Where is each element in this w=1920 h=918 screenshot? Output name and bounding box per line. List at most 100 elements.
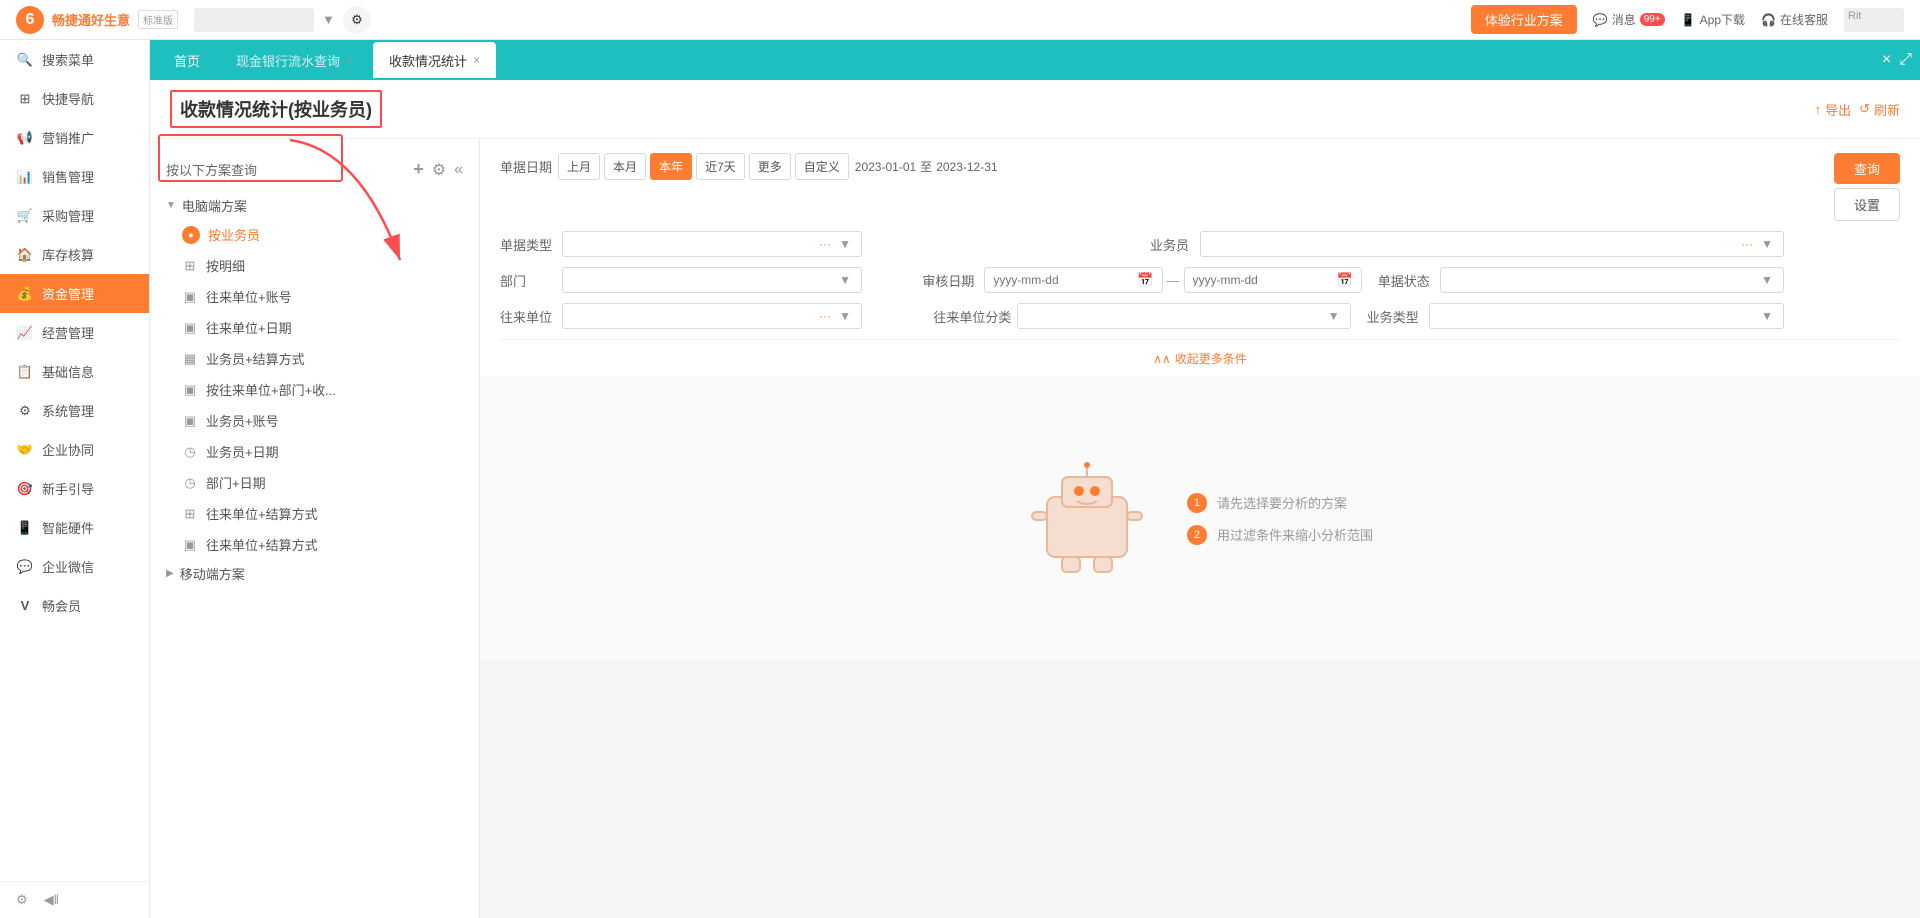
sidebar-item-marketing[interactable]: 📢 营销推广 — [0, 118, 149, 157]
scheme-settings-button[interactable]: ⚙ — [432, 160, 446, 180]
add-scheme-button[interactable]: + — [413, 159, 424, 180]
dept-select[interactable]: ▼ — [562, 267, 862, 293]
filter-item-staff-account[interactable]: ▣ 业务员+账号 — [150, 405, 479, 436]
main-panel: 单据日期 上月 本月 本年 近7天 更多 自定义 2023-01-01 — [480, 139, 1920, 918]
group-expand-arrow: ▼ — [166, 200, 176, 211]
filter-group-desktop-header[interactable]: ▼ 电脑端方案 — [150, 192, 479, 219]
tab-home[interactable]: 首页 — [158, 42, 216, 78]
dept-arrow: ▼ — [839, 273, 851, 287]
doc-type-more[interactable]: ··· — [819, 237, 831, 251]
filter-item-label-7: 业务员+日期 — [206, 442, 279, 461]
last-month-btn[interactable]: 上月 — [558, 153, 600, 180]
filter-item-unit-settlement2[interactable]: ▣ 往来单位+结算方式 — [150, 529, 479, 560]
sidebar-label-sales: 销售管理 — [42, 167, 94, 186]
settings-icon[interactable]: ⚙ — [343, 6, 371, 34]
dept-area: 部门 ▼ — [500, 267, 906, 293]
partner-category-select[interactable]: ▼ — [1017, 303, 1350, 329]
sidebar-label-basic: 基础信息 — [42, 362, 94, 381]
partner-select[interactable]: ··· ▼ — [562, 303, 862, 329]
search-icon: 🔍 — [16, 51, 34, 69]
this-year-btn[interactable]: 本年 — [650, 153, 692, 180]
review-date-start-wrap[interactable]: 📅 — [984, 267, 1162, 293]
enterprise-icon: 🤝 — [16, 441, 34, 459]
tab-collection[interactable]: 收款情况统计 × — [373, 42, 496, 78]
sidebar-item-basic[interactable]: 📋 基础信息 — [0, 352, 149, 391]
filter-item-staff-payment[interactable]: ▦ 业务员+结算方式 — [150, 343, 479, 374]
sidebar-item-enterprise[interactable]: 🤝 企业协同 — [0, 430, 149, 469]
doc-status-label: 单据状态 — [1378, 271, 1434, 290]
doc-status-area: 单据状态 ▼ — [1378, 267, 1784, 293]
breadcrumb-bar — [194, 8, 314, 32]
try-button[interactable]: 体验行业方案 — [1471, 5, 1577, 34]
sidebar-item-sales[interactable]: 📊 销售管理 — [0, 157, 149, 196]
staff-more[interactable]: ··· — [1741, 237, 1753, 251]
staff-select[interactable]: ··· ▼ — [1200, 231, 1784, 257]
tab-cashflow-label: 现金银行流水查询 — [236, 51, 340, 70]
nav-icon: ⊞ — [16, 90, 34, 108]
query-button[interactable]: 查询 — [1834, 153, 1900, 184]
filter-item-staff-date[interactable]: ◷ 业务员+日期 — [150, 436, 479, 467]
sidebar-item-operation[interactable]: 📈 经营管理 — [0, 313, 149, 352]
close-window-icon[interactable]: × — [1882, 51, 1891, 69]
sidebar-label-hardware: 智能硬件 — [42, 518, 94, 537]
staff-account-icon: ▣ — [182, 413, 198, 429]
review-date-end-wrap[interactable]: 📅 — [1184, 267, 1362, 293]
sidebar-item-finance[interactable]: 💰 资金管理 — [0, 274, 149, 313]
calendar-icon-2[interactable]: 📅 — [1337, 272, 1353, 288]
sidebar-item-search[interactable]: 🔍 搜索菜单 — [0, 40, 149, 79]
sidebar-item-wechat[interactable]: 💬 企业微信 — [0, 547, 149, 586]
sidebar-item-member[interactable]: V 畅会员 — [0, 586, 149, 625]
doc-status-select[interactable]: ▼ — [1440, 267, 1784, 293]
unit-settlement1-icon: ⊞ — [182, 506, 198, 522]
collapse-bar[interactable]: ∧∧ 收起更多条件 — [500, 339, 1900, 377]
filter-group-mobile-header[interactable]: ▶ 移动端方案 — [150, 560, 479, 587]
sidebar-item-hardware[interactable]: 📱 智能硬件 — [0, 508, 149, 547]
app-download-area[interactable]: 📱 App下载 — [1681, 11, 1745, 28]
online-service-area[interactable]: 🎧 在线客服 — [1761, 11, 1828, 28]
filter-item-dept-date[interactable]: ◷ 部门+日期 — [150, 467, 479, 498]
review-date-end[interactable] — [1193, 273, 1333, 287]
message-icon-area[interactable]: 💬 消息 99+ — [1593, 11, 1665, 28]
filter-item-label-0: 按业务员 — [208, 225, 260, 244]
partner-more[interactable]: ··· — [819, 309, 831, 323]
filter-item-by-staff[interactable]: ● 按业务员 — [150, 219, 479, 250]
sidebar-bottom-collapse[interactable]: ◀‖ — [44, 892, 59, 908]
system-icon: ⚙ — [16, 402, 34, 420]
dropdown-arrow[interactable]: ▼ — [322, 12, 335, 27]
tab-collection-close[interactable]: × — [473, 53, 480, 67]
filter-item-detail[interactable]: ⊞ 按明细 — [150, 250, 479, 281]
empty-steps: 1 请先选择要分析的方案 2 用过滤条件来缩小分析范围 — [1187, 493, 1373, 545]
unit-account-icon: ▣ — [182, 289, 198, 305]
maximize-icon[interactable]: ⤢ — [1899, 51, 1912, 69]
calendar-icon-1[interactable]: 📅 — [1137, 272, 1153, 288]
custom-date-btn[interactable]: 自定义 — [795, 153, 849, 180]
last-7days-btn[interactable]: 近7天 — [696, 153, 745, 180]
top-bar: 6 畅捷通好生意 标准版 ▼ ⚙ 体验行业方案 💬 消息 99+ 📱 App下载… — [0, 0, 1920, 40]
more-date-btn[interactable]: 更多 — [749, 153, 791, 180]
export-button[interactable]: ↑ 导出 — [1815, 100, 1852, 119]
filter-item-unit-account[interactable]: ▣ 往来单位+账号 — [150, 281, 479, 312]
sidebar-item-system[interactable]: ⚙ 系统管理 — [0, 391, 149, 430]
sidebar-item-purchase[interactable]: 🛒 采购管理 — [0, 196, 149, 235]
app-download-label: App下载 — [1700, 11, 1745, 28]
tab-cashflow-close[interactable]: × — [346, 53, 353, 67]
tab-cashflow[interactable]: 现金银行流水查询 × — [220, 42, 369, 78]
this-month-btn[interactable]: 本月 — [604, 153, 646, 180]
settings-button[interactable]: 设置 — [1834, 188, 1900, 221]
review-date-start[interactable] — [993, 273, 1133, 287]
filter-item-unit-dept[interactable]: ▣ 按往来单位+部门+收... — [150, 374, 479, 405]
sidebar-item-nav[interactable]: ⊞ 快捷导航 — [0, 79, 149, 118]
biz-type-label: 业务类型 — [1367, 307, 1423, 326]
collapse-panel-button[interactable]: « — [454, 161, 463, 179]
doc-type-select[interactable]: ··· ▼ — [562, 231, 862, 257]
filter-row-2: 部门 ▼ 审核日期 📅 — [500, 267, 1900, 293]
refresh-button[interactable]: ↺ 刷新 — [1859, 100, 1900, 119]
date-buttons: 上月 本月 本年 近7天 更多 自定义 — [558, 153, 849, 180]
sidebar-item-newbie[interactable]: 🎯 新手引导 — [0, 469, 149, 508]
filter-item-unit-settlement1[interactable]: ⊞ 往来单位+结算方式 — [150, 498, 479, 529]
sidebar-bottom-gear[interactable]: ⚙ — [16, 892, 28, 908]
dept-date-icon: ◷ — [182, 475, 198, 491]
sidebar-item-warehouse[interactable]: 🏠 库存核算 — [0, 235, 149, 274]
filter-item-unit-date[interactable]: ▣ 往来单位+日期 — [150, 312, 479, 343]
biz-type-select[interactable]: ▼ — [1429, 303, 1784, 329]
